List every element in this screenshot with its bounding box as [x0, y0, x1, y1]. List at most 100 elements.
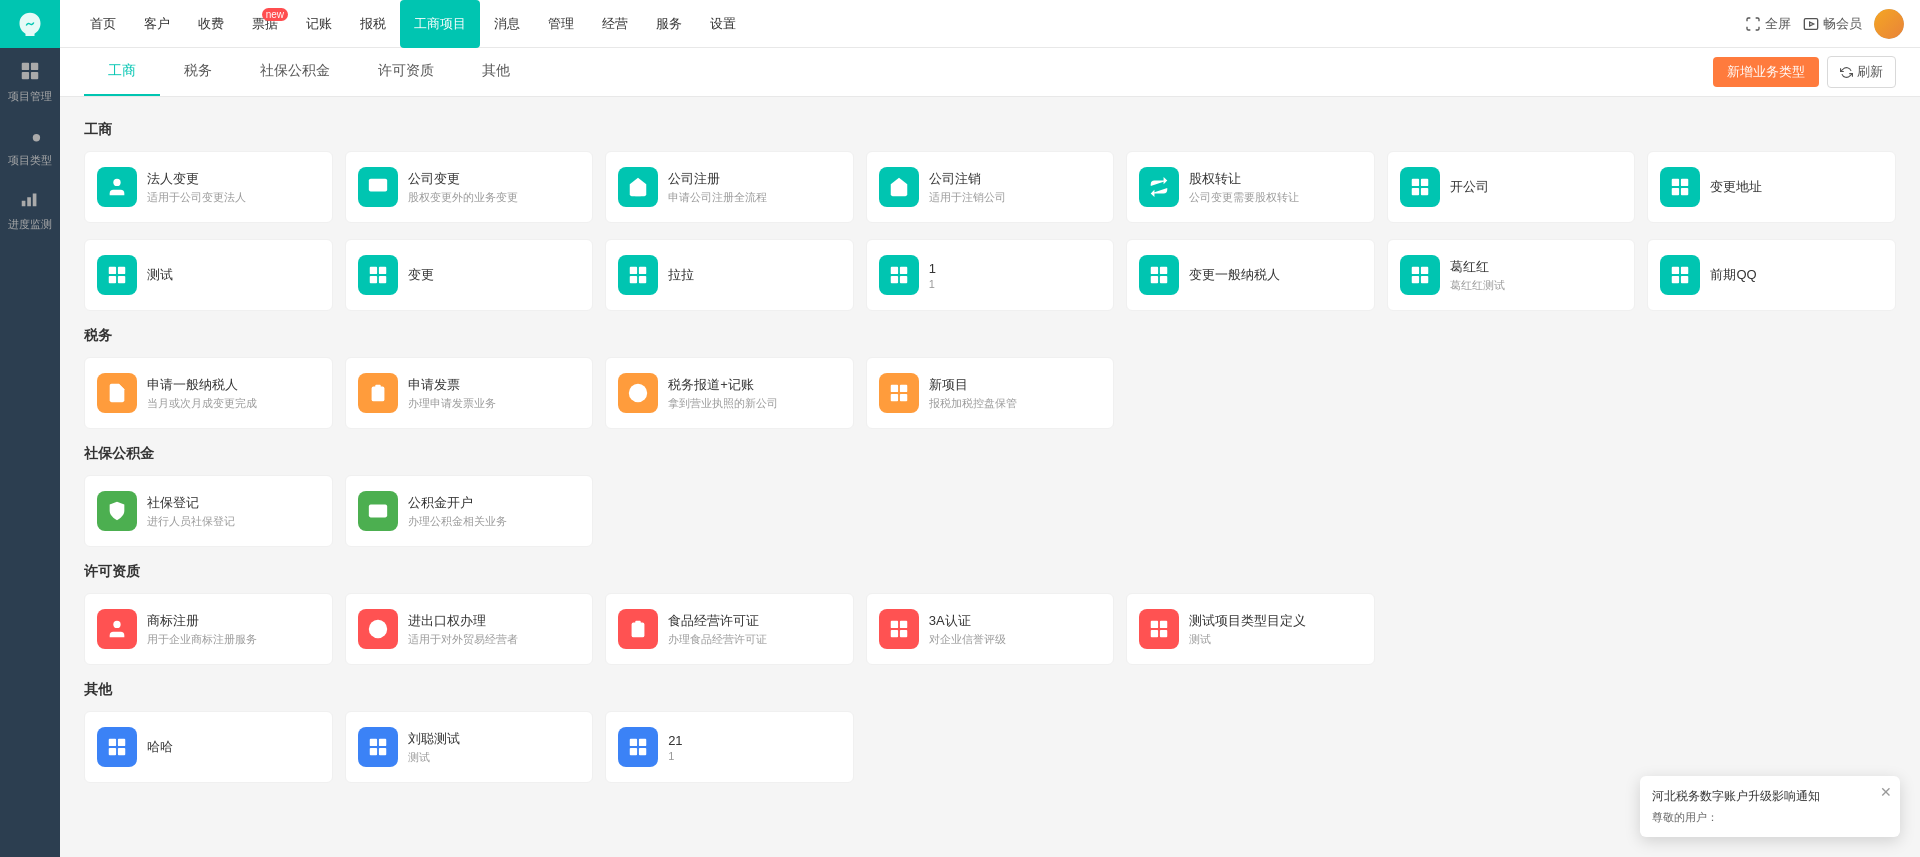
nav-management[interactable]: 管理 — [534, 0, 588, 48]
nav-billing[interactable]: 收费 — [184, 0, 238, 48]
user-avatar[interactable] — [1874, 9, 1904, 39]
card-trademark[interactable]: 商标注册 用于企业商标注册服务 — [84, 593, 333, 665]
card-company-change[interactable]: 公司变更 股权变更外的业务变更 — [345, 151, 594, 223]
card-title: 税务报道+记账 — [668, 376, 841, 394]
card-title: 哈哈 — [147, 738, 320, 756]
tax-cards: 申请一般纳税人 当月或次月成变更完成 申请发票 办理申请发票业务 税务报道+ — [84, 357, 1896, 429]
card-desc: 适用于公司变更法人 — [147, 190, 320, 205]
sidebar-item-progress[interactable]: 进度监测 — [0, 176, 60, 240]
card-tax-report[interactable]: 税务报道+记账 拿到营业执照的新公司 — [605, 357, 854, 429]
main-wrapper: 工商 税务 社保公积金 许可资质 其他 新增业务类型 刷新 工商 法人变更 — [60, 48, 1920, 857]
svg-rect-28 — [639, 276, 646, 283]
card-haha[interactable]: 哈哈 — [84, 711, 333, 783]
card-new-project[interactable]: 新项目 报税加税控盘保管 — [866, 357, 1115, 429]
sub-header: 工商 税务 社保公积金 许可资质 其他 新增业务类型 刷新 — [60, 48, 1920, 97]
card-title: 公司变更 — [408, 170, 581, 188]
nav-business[interactable]: 工商项目 — [400, 0, 480, 48]
svg-rect-74 — [118, 748, 125, 755]
card-social-register[interactable]: 社保登记 进行人员社保登记 — [84, 475, 333, 547]
vip-btn[interactable]: 畅会员 — [1803, 15, 1862, 33]
sub-tab-tax[interactable]: 税务 — [160, 48, 236, 96]
card-apply-taxpayer[interactable]: 申请一般纳税人 当月或次月成变更完成 — [84, 357, 333, 429]
card-apply-invoice[interactable]: 申请发票 办理申请发票业务 — [345, 357, 594, 429]
card-legal-change[interactable]: 法人变更 适用于公司变更法人 — [84, 151, 333, 223]
svg-rect-82 — [639, 748, 646, 755]
card-title: 21 — [668, 733, 841, 748]
svg-rect-39 — [1412, 276, 1419, 283]
card-gehonghong[interactable]: 葛红红 葛红红测试 — [1387, 239, 1636, 311]
card-liucong-test[interactable]: 刘聪测试 测试 — [345, 711, 594, 783]
fullscreen-btn[interactable]: 全屏 — [1745, 15, 1791, 33]
svg-rect-5 — [1804, 18, 1817, 29]
card-one[interactable]: 1 1 — [866, 239, 1115, 311]
business-cards-row1: 法人变更 适用于公司变更法人 公司变更 股权变更外的业务变更 公司注册 — [84, 151, 1896, 223]
sub-tab-business[interactable]: 工商 — [84, 48, 160, 96]
sidebar-item-project-management[interactable]: 项目管理 — [0, 48, 60, 112]
section-title-business: 工商 — [84, 121, 1896, 139]
card-desc: 报税加税控盘保管 — [929, 396, 1102, 411]
sub-tab-license[interactable]: 许可资质 — [354, 48, 458, 96]
card-icon-qqold — [1660, 255, 1700, 295]
card-fund-account[interactable]: 公积金开户 办理公积金相关业务 — [345, 475, 594, 547]
svg-rect-27 — [630, 276, 637, 283]
card-text-import-export: 进出口权办理 适用于对外贸易经营者 — [408, 612, 581, 647]
svg-rect-21 — [369, 267, 376, 274]
card-title: 公司注册 — [668, 170, 841, 188]
card-change-taxpayer[interactable]: 变更一般纳税人 — [1126, 239, 1375, 311]
refresh-button[interactable]: 刷新 — [1827, 56, 1896, 88]
card-desc: 拿到营业执照的新公司 — [668, 396, 841, 411]
card-company-cancel[interactable]: 公司注销 适用于注销公司 — [866, 151, 1115, 223]
card-icon-open-company — [1400, 167, 1440, 207]
sidebar-item-label: 项目管理 — [8, 89, 52, 104]
card-icon-tax-report — [618, 373, 658, 413]
card-desc: 葛红红测试 — [1450, 278, 1623, 293]
svg-rect-19 — [109, 276, 116, 283]
card-import-export[interactable]: 进出口权办理 适用于对外贸易经营者 — [345, 593, 594, 665]
card-icon-3a-cert — [879, 609, 919, 649]
card-3a-cert[interactable]: 3A认证 对企业信誉评级 — [866, 593, 1115, 665]
card-test-type[interactable]: 测试项目类型目定义 测试 — [1126, 593, 1375, 665]
card-equity-transfer[interactable]: 股权转让 公司变更需要股权转让 — [1126, 151, 1375, 223]
top-nav: 首页 客户 收费 票据 new 记账 报税 工商项目 消息 管理 经营 服务 设… — [60, 0, 1920, 48]
notification-close-btn[interactable]: ✕ — [1880, 784, 1892, 800]
card-text-apply-invoice: 申请发票 办理申请发票业务 — [408, 376, 581, 411]
nav-service[interactable]: 服务 — [642, 0, 696, 48]
sidebar-item-project-type[interactable]: 项目类型 — [0, 112, 60, 176]
svg-rect-15 — [1672, 188, 1679, 195]
card-change-address[interactable]: 变更地址 — [1647, 151, 1896, 223]
nav-home[interactable]: 首页 — [76, 0, 130, 48]
svg-rect-34 — [1160, 267, 1167, 274]
card-icon-apply-taxpayer — [97, 373, 137, 413]
card-title: 刘聪测试 — [408, 730, 581, 748]
sub-tab-other[interactable]: 其他 — [458, 48, 534, 96]
sub-tab-social[interactable]: 社保公积金 — [236, 48, 354, 96]
card-food-license[interactable]: 食品经营许可证 办理食品经营许可证 — [605, 593, 854, 665]
nav-message[interactable]: 消息 — [480, 0, 534, 48]
nav-tax[interactable]: 报税 — [346, 0, 400, 48]
card-test[interactable]: 测试 — [84, 239, 333, 311]
card-title: 3A认证 — [929, 612, 1102, 630]
card-icon-liucong — [358, 727, 398, 767]
card-lala[interactable]: 拉拉 — [605, 239, 854, 311]
svg-rect-71 — [109, 739, 116, 746]
nav-ticket[interactable]: 票据 new — [238, 0, 292, 48]
card-text-one: 1 1 — [929, 261, 1102, 290]
nav-bookkeeping[interactable]: 记账 — [292, 0, 346, 48]
card-icon-haha — [97, 727, 137, 767]
card-title: 前期QQ — [1710, 266, 1883, 284]
card-open-company[interactable]: 开公司 — [1387, 151, 1636, 223]
nav-client[interactable]: 客户 — [130, 0, 184, 48]
svg-rect-76 — [378, 739, 385, 746]
card-qqold[interactable]: 前期QQ — [1647, 239, 1896, 311]
svg-rect-17 — [109, 267, 116, 274]
card-desc: 办理食品经营许可证 — [668, 632, 841, 647]
new-type-button[interactable]: 新增业务类型 — [1713, 57, 1819, 87]
notification-text: 尊敬的用户： — [1652, 809, 1888, 826]
svg-rect-73 — [109, 748, 116, 755]
card-change2[interactable]: 变更 — [345, 239, 594, 311]
nav-settings[interactable]: 设置 — [696, 0, 750, 48]
svg-rect-62 — [635, 621, 641, 625]
card-21[interactable]: 21 1 — [605, 711, 854, 783]
card-company-register[interactable]: 公司注册 申请公司注册全流程 — [605, 151, 854, 223]
nav-operation[interactable]: 经营 — [588, 0, 642, 48]
